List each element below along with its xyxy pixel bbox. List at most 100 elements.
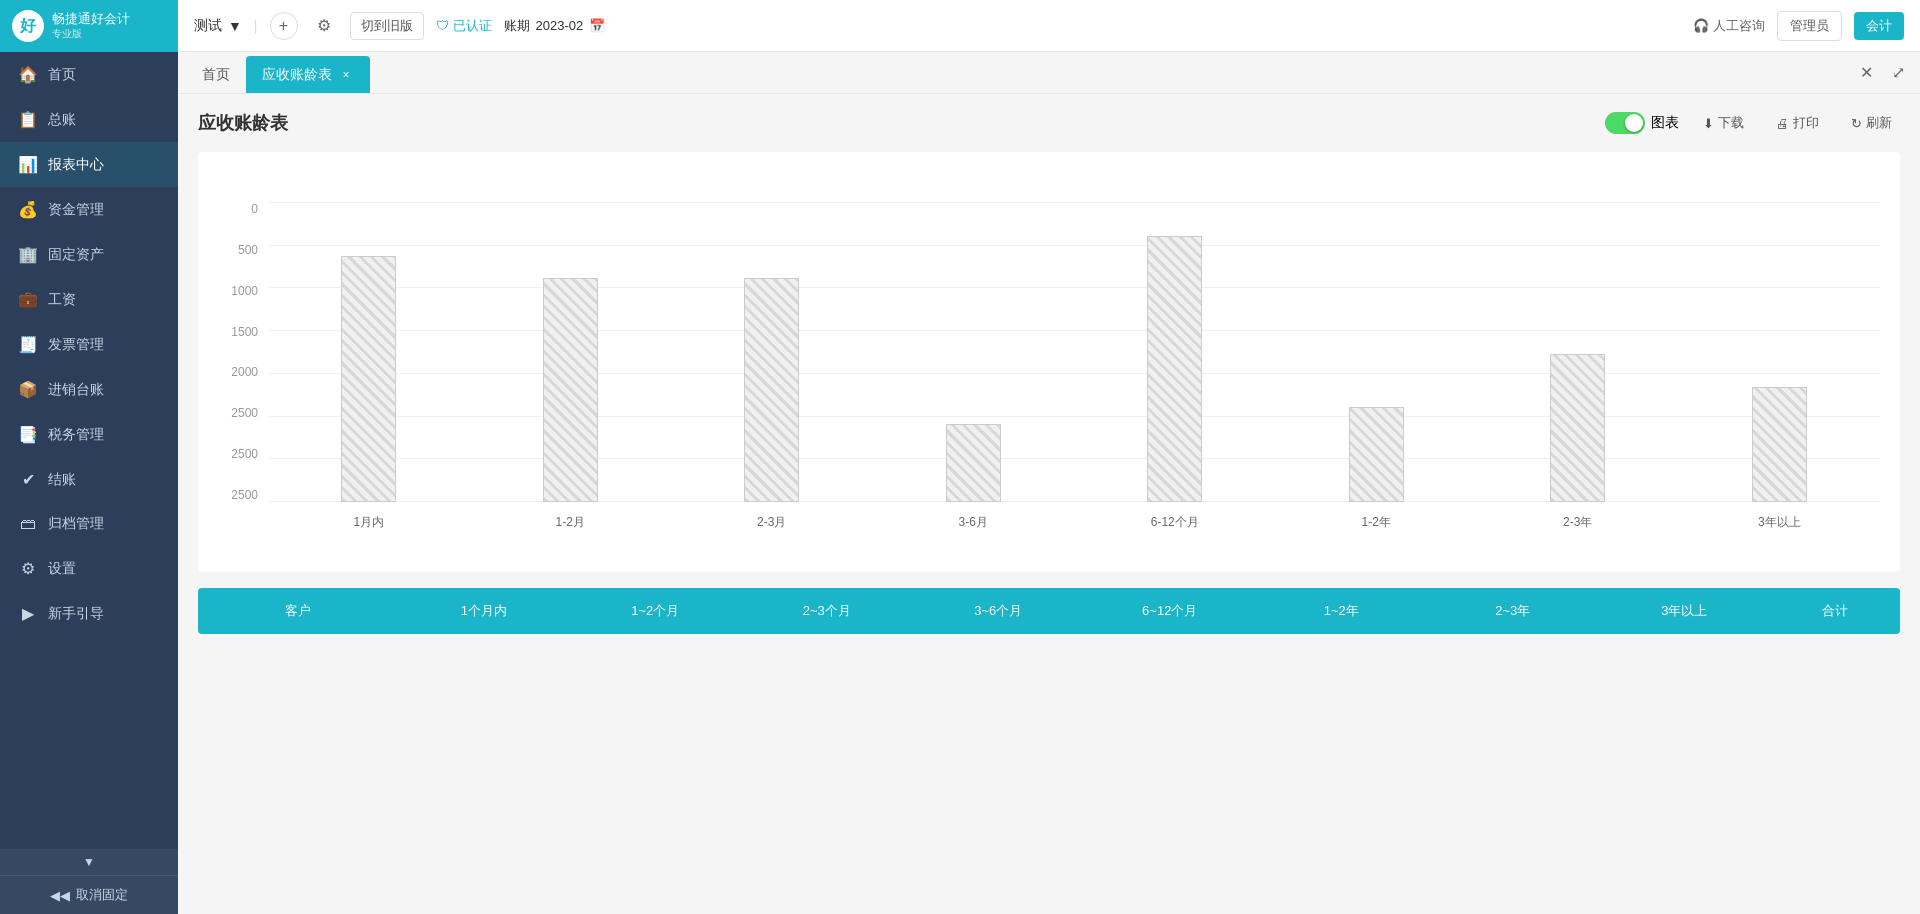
sidebar-item-inventory[interactable]: 📦 进销台账 [0, 367, 178, 412]
tab-bar-actions: ✕ ⤢ [1852, 52, 1912, 93]
expand-icon: ⤢ [1892, 63, 1905, 82]
table-header-cell-4: 3~6个月 [913, 588, 1085, 634]
table-header-cell-8: 3年以上 [1599, 588, 1771, 634]
y-label-1: 500 [218, 243, 258, 257]
home-icon: 🏠 [18, 65, 38, 84]
chart-bar-0 [341, 256, 396, 502]
chart-x-label-2: 2-3月 [671, 502, 873, 542]
sidebar-item-invoice[interactable]: 🧾 发票管理 [0, 322, 178, 367]
chart-toggle[interactable]: 图表 [1605, 112, 1679, 134]
sidebar-item-guide[interactable]: ▶ 新手引导 [0, 591, 178, 636]
sidebar-item-reports[interactable]: 📊 报表中心 [0, 142, 178, 187]
topbar-period: 账期 2023-02 📅 [504, 17, 606, 35]
page-content: 应收账龄表 图表 ⬇ 下载 🖨 打印 [178, 94, 1920, 914]
sidebar-item-salary[interactable]: 💼 工资 [0, 277, 178, 322]
page-header: 应收账龄表 图表 ⬇ 下载 🖨 打印 [198, 110, 1900, 136]
sidebar-item-tax[interactable]: 📑 税务管理 [0, 412, 178, 457]
content-area: 首页 应收账龄表 × ✕ ⤢ 应收账龄表 [178, 52, 1920, 914]
archive-icon: 🗃 [18, 515, 38, 533]
fund-icon: 💰 [18, 200, 38, 219]
topbar-manager-btn[interactable]: 管理员 [1777, 11, 1842, 41]
shield-icon: 🛡 [436, 18, 449, 33]
table-header-cell-9: 合计 [1770, 588, 1900, 634]
tab-close-all-btn[interactable]: ✕ [1852, 59, 1880, 87]
y-label-6: 2500 [218, 447, 258, 461]
y-label-7: 2500 [218, 488, 258, 502]
topbar-accountant-btn[interactable]: 会计 [1854, 12, 1904, 40]
chart-bar-3 [946, 424, 1001, 502]
scroll-down-icon: ▼ [83, 855, 95, 869]
chart-x-label-6: 2-3年 [1477, 502, 1679, 542]
settings-icon: ⚙ [18, 559, 38, 578]
topbar-project[interactable]: 测试 ▼ [194, 17, 242, 35]
sidebar-item-settings[interactable]: ⚙ 设置 [0, 546, 178, 591]
chart-bar-6 [1550, 354, 1605, 502]
tab-expand-btn[interactable]: ⤢ [1884, 59, 1912, 87]
sidebar-item-home[interactable]: 🏠 首页 [0, 52, 178, 97]
dropdown-icon: ▼ [228, 18, 242, 34]
tab-bar: 首页 应收账龄表 × ✕ ⤢ [178, 52, 1920, 94]
sidebar-unpin-btn[interactable]: ◀◀ 取消固定 [0, 875, 178, 914]
topbar-settings-btn[interactable]: ⚙ [310, 12, 338, 40]
chart-bar-group-7 [1679, 202, 1881, 502]
chart-plot: 1月内1-2月2-3月3-6月6-12个月1-2年2-3年3年以上 [268, 202, 1880, 542]
toggle-track[interactable] [1605, 112, 1645, 134]
topbar-old-version-btn[interactable]: 切到旧版 [350, 12, 424, 40]
chart-bar-group-0 [268, 202, 470, 502]
unpin-label: 取消固定 [76, 886, 128, 904]
toggle-thumb [1625, 114, 1643, 132]
chart-x-label-0: 1月内 [268, 502, 470, 542]
app-logo-icon: 好 [12, 10, 44, 42]
reports-icon: 📊 [18, 155, 38, 174]
chart-x-label-7: 3年以上 [1679, 502, 1881, 542]
sidebar-logo: 好 畅捷通好会计 专业版 [0, 0, 178, 52]
calendar-icon[interactable]: 📅 [589, 18, 605, 33]
refresh-icon: ↻ [1851, 116, 1862, 131]
sidebar-item-label: 结账 [48, 471, 76, 489]
sidebar-item-assets[interactable]: 🏢 固定资产 [0, 232, 178, 277]
invoice-icon: 🧾 [18, 335, 38, 354]
sidebar-item-label: 进销台账 [48, 381, 104, 399]
unpin-icon: ◀◀ [50, 888, 70, 903]
topbar-divider: | [254, 18, 258, 34]
sidebar-item-label: 工资 [48, 291, 76, 309]
inventory-icon: 📦 [18, 380, 38, 399]
page-actions: 图表 ⬇ 下载 🖨 打印 ↻ 刷新 [1605, 110, 1900, 136]
app-name: 畅捷通好会计 [52, 11, 130, 28]
sidebar-item-label: 总账 [48, 111, 76, 129]
sidebar-item-closing[interactable]: ✔ 结账 [0, 457, 178, 502]
chart-x-label-4: 6-12个月 [1074, 502, 1276, 542]
topbar-add-btn[interactable]: + [270, 12, 298, 40]
table-header-cell-2: 1~2个月 [570, 588, 742, 634]
topbar-consult-btn[interactable]: 🎧 人工咨询 [1693, 17, 1765, 35]
chart-x-labels: 1月内1-2月2-3月3-6月6-12个月1-2年2-3年3年以上 [268, 502, 1880, 542]
sidebar-item-label: 设置 [48, 560, 76, 578]
tab-close-btn[interactable]: × [338, 67, 354, 83]
download-btn[interactable]: ⬇ 下载 [1695, 110, 1752, 136]
gear-icon: ⚙ [317, 16, 331, 35]
tax-icon: 📑 [18, 425, 38, 444]
table-header: 客户1个月内1~2个月2~3个月3~6个月6~12个月1~2年2~3年3年以上合… [198, 588, 1900, 634]
sidebar-item-label: 资金管理 [48, 201, 104, 219]
tab-home[interactable]: 首页 [186, 56, 246, 93]
sidebar-item-archive[interactable]: 🗃 归档管理 [0, 502, 178, 546]
print-btn[interactable]: 🖨 打印 [1768, 110, 1827, 136]
print-icon: 🖨 [1776, 116, 1789, 131]
page-title: 应收账龄表 [198, 111, 288, 135]
chart-x-label-3: 3-6月 [873, 502, 1075, 542]
sidebar: 好 畅捷通好会计 专业版 🏠 首页 📋 总账 📊 报表中心 💰 资金管理 🏢 固… [0, 0, 178, 914]
table-header-cell-5: 6~12个月 [1084, 588, 1256, 634]
sidebar-item-ledger[interactable]: 📋 总账 [0, 97, 178, 142]
table-header-cell-3: 2~3个月 [741, 588, 913, 634]
sidebar-item-fund[interactable]: 💰 资金管理 [0, 187, 178, 232]
refresh-btn[interactable]: ↻ 刷新 [1843, 110, 1900, 136]
sidebar-scroll-down-btn[interactable]: ▼ [0, 849, 178, 875]
sidebar-item-label: 固定资产 [48, 246, 104, 264]
sidebar-item-label: 报表中心 [48, 156, 104, 174]
add-icon: + [279, 17, 288, 35]
tab-active-label: 应收账龄表 [262, 66, 332, 84]
chart-bar-7 [1752, 387, 1807, 502]
headset-icon: 🎧 [1693, 18, 1709, 33]
tab-accounts-receivable[interactable]: 应收账龄表 × [246, 56, 370, 93]
chart-x-label-5: 1-2年 [1276, 502, 1478, 542]
